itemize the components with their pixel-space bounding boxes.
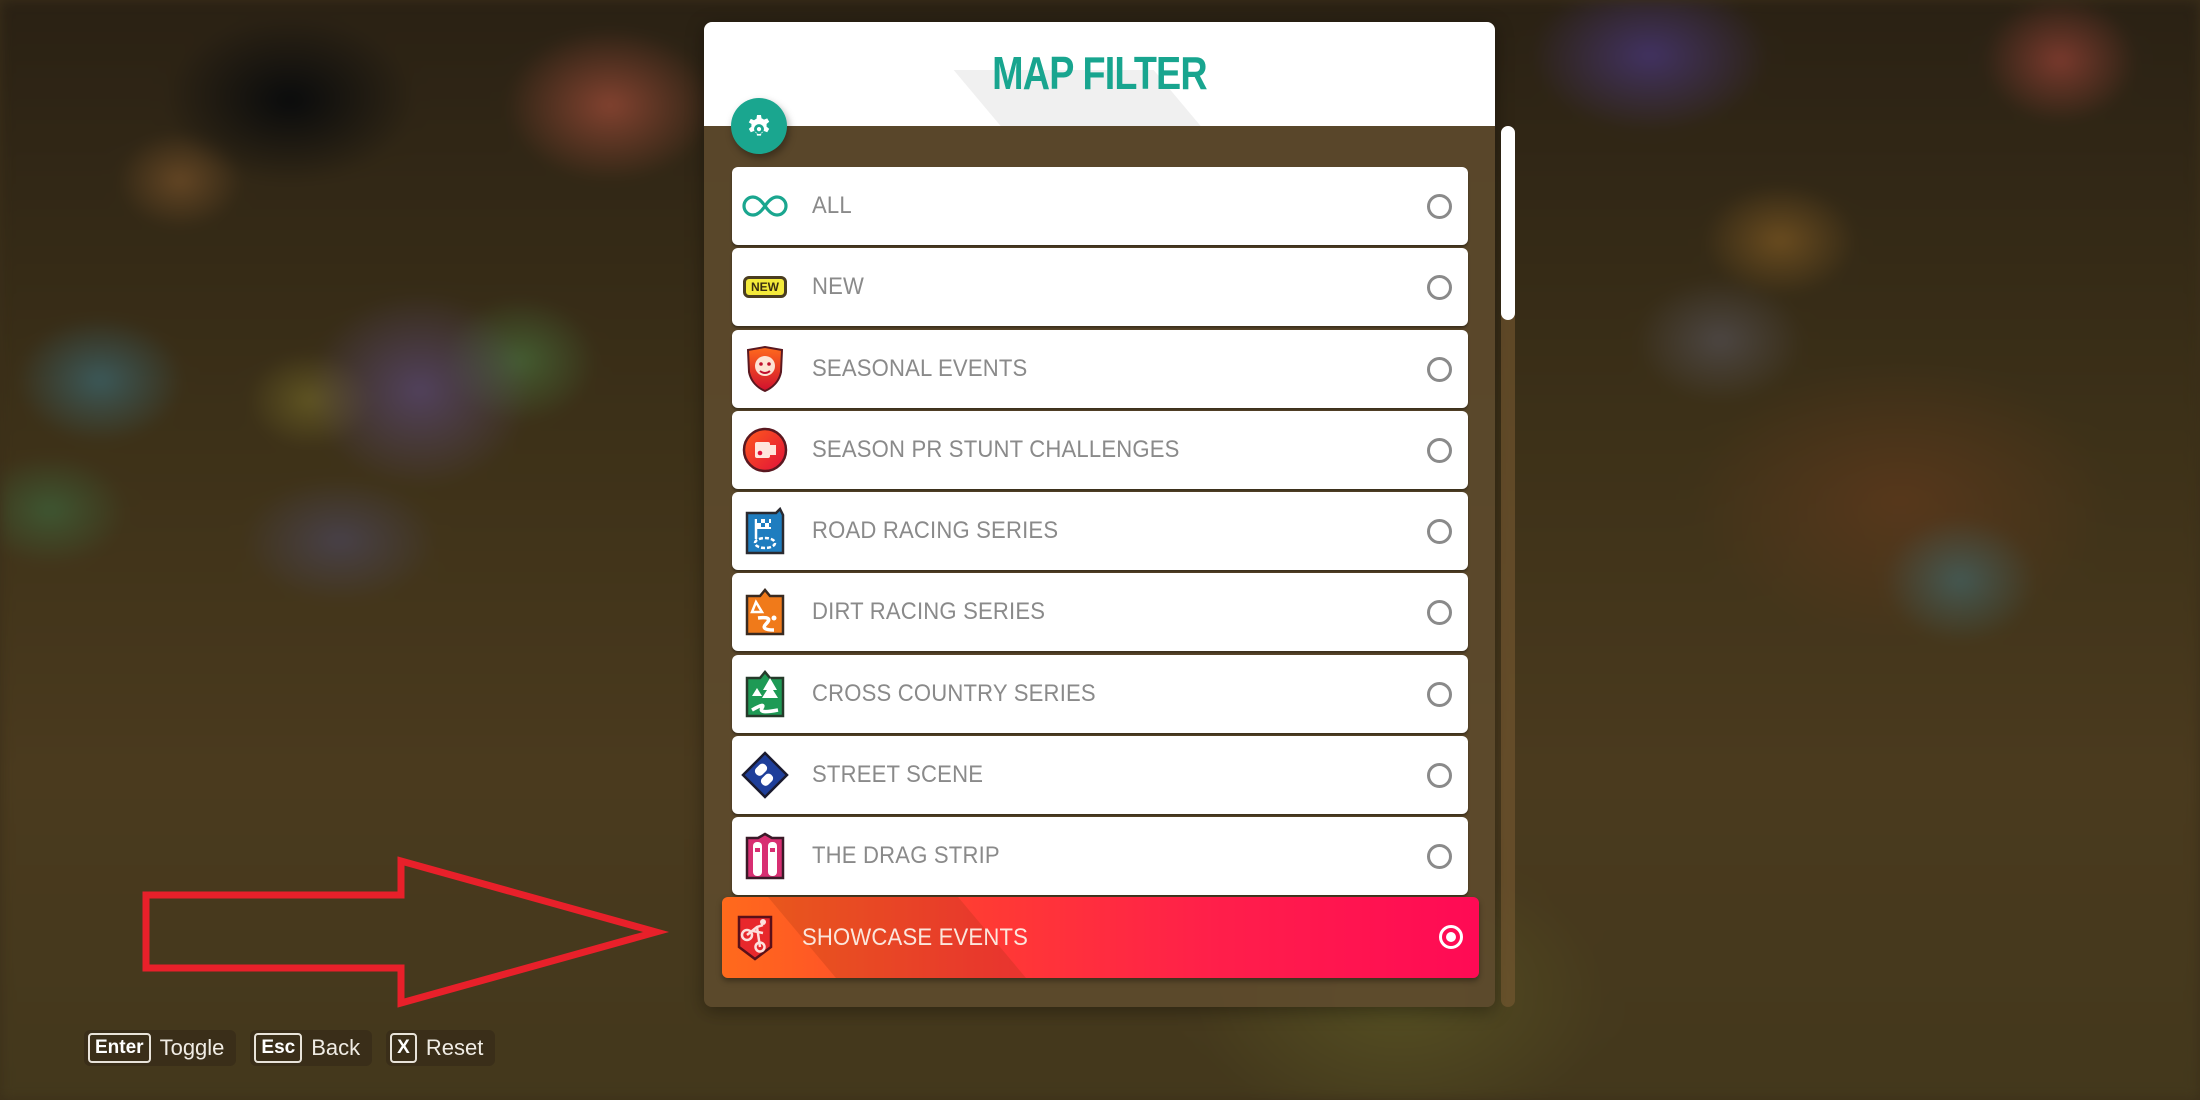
hint-back[interactable]: Esc Back xyxy=(250,1030,373,1066)
checkered-flag-road-icon xyxy=(740,506,790,556)
trees-trail-icon xyxy=(740,669,790,719)
radio-button[interactable] xyxy=(1427,600,1452,626)
hint-label: Toggle xyxy=(159,1035,225,1060)
pr-stunt-camera-icon xyxy=(740,425,790,475)
filter-label: STREET SCENE xyxy=(812,761,984,789)
radio-button[interactable] xyxy=(1427,437,1452,463)
hint-reset[interactable]: X Reset xyxy=(386,1030,496,1066)
filter-row-seasonal-events[interactable]: SEASONAL EVENTS xyxy=(732,329,1468,408)
filter-list: ALL NEW NEW SEASONAL EVENTS SEASON PR ST… xyxy=(732,167,1468,899)
hint-toggle[interactable]: Enter Toggle xyxy=(84,1030,237,1066)
drag-strip-icon xyxy=(740,831,790,881)
new-badge-icon: NEW xyxy=(740,262,790,312)
motorbike-shield-icon xyxy=(730,913,780,963)
panel-header: MAP FILTER xyxy=(704,22,1495,126)
panel-title: MAP FILTER xyxy=(992,47,1207,99)
radio-button[interactable] xyxy=(1427,844,1452,870)
settings-button[interactable] xyxy=(731,98,787,154)
filter-row-new[interactable]: NEW NEW xyxy=(732,248,1468,327)
filter-row-cross-country[interactable]: CROSS COUNTRY SERIES xyxy=(732,654,1468,733)
filter-label: THE DRAG STRIP xyxy=(812,842,1000,870)
filter-row-showcase-events[interactable]: SHOWCASE EVENTS xyxy=(722,897,1479,978)
enter-key-icon: Enter xyxy=(88,1033,151,1063)
filter-row-drag-strip[interactable]: THE DRAG STRIP xyxy=(732,817,1468,896)
radio-button[interactable] xyxy=(1427,681,1452,707)
filter-row-season-pr-stunt[interactable]: SEASON PR STUNT CHALLENGES xyxy=(732,410,1468,489)
infinity-icon xyxy=(740,181,790,231)
filter-row-dirt-racing[interactable]: DIRT RACING SERIES xyxy=(732,573,1468,652)
dirt-road-icon xyxy=(740,587,790,637)
radio-button[interactable] xyxy=(1427,519,1452,545)
control-hints: Enter Toggle Esc Back X Reset xyxy=(84,1030,496,1066)
filter-label: SEASON PR STUNT CHALLENGES xyxy=(812,435,1180,463)
x-key-icon: X xyxy=(390,1033,417,1063)
gear-icon xyxy=(748,114,770,136)
filter-label: DIRT RACING SERIES xyxy=(812,598,1046,626)
radio-button[interactable] xyxy=(1427,275,1452,301)
filter-row-street-scene[interactable]: STREET SCENE xyxy=(732,736,1468,815)
filter-label: ROAD RACING SERIES xyxy=(812,517,1059,545)
filter-label: NEW xyxy=(812,273,865,301)
esc-key-icon: Esc xyxy=(254,1033,303,1063)
radio-button[interactable] xyxy=(1427,356,1452,382)
scrollbar-track[interactable] xyxy=(1501,126,1515,1007)
filter-row-road-racing[interactable]: ROAD RACING SERIES xyxy=(732,492,1468,571)
filter-label: CROSS COUNTRY SERIES xyxy=(812,679,1096,707)
filter-row-all[interactable]: ALL xyxy=(732,167,1468,245)
hint-label: Back xyxy=(311,1035,361,1060)
hint-label: Reset xyxy=(425,1035,484,1060)
new-badge: NEW xyxy=(743,276,787,299)
street-cars-icon xyxy=(740,750,790,800)
filter-label: SEASONAL EVENTS xyxy=(812,354,1028,382)
radio-button-selected[interactable] xyxy=(1439,925,1463,949)
scrollbar-thumb[interactable] xyxy=(1501,126,1515,320)
radio-button[interactable] xyxy=(1427,194,1452,219)
radio-button[interactable] xyxy=(1427,763,1452,789)
filter-label: ALL xyxy=(812,192,852,219)
lion-shield-icon xyxy=(740,344,790,394)
filter-label: SHOWCASE EVENTS xyxy=(802,923,1029,951)
